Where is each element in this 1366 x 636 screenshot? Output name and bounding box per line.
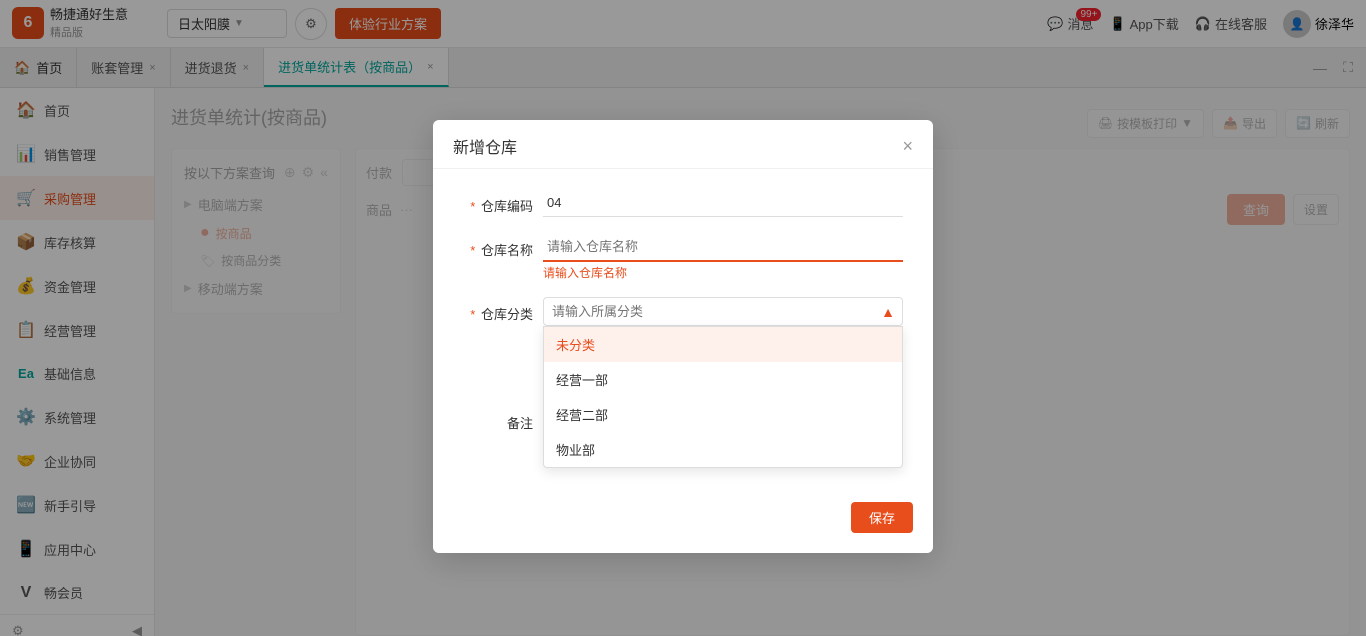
warehouse-name-input[interactable] [543,233,903,262]
content-area: 进货单统计(按商品) 🖨 按模板打印 ▼ 📤 导出 🔄 刷新 [155,88,1366,636]
modal-footer: 保存 [433,492,933,533]
form-label-category: * 仓库分类 [463,297,543,323]
dropdown-option-dept3[interactable]: 物业部 [544,432,902,467]
modal-close-button[interactable]: × [902,136,913,157]
main-layout: 🏠 首页 📊 销售管理 🛒 采购管理 📦 库存核算 💰 资金管理 📋 经营管理 … [0,88,1366,636]
modal-title: 新增仓库 [453,134,517,158]
category-dropdown-list: 未分类 经营一部 经营二部 物业部 [543,326,903,468]
form-label-name: * 仓库名称 [463,233,543,259]
name-error-msg: 请输入仓库名称 [543,264,903,281]
modal-body: * 仓库编码 * 仓库名称 [433,169,933,492]
form-row-name: * 仓库名称 请输入仓库名称 [463,233,903,281]
warehouse-code-input[interactable] [543,189,903,217]
dropdown-option-dept2[interactable]: 经营二部 [544,397,902,432]
category-input[interactable] [543,297,903,326]
save-button[interactable]: 保存 [851,502,913,533]
form-label-note: 备注 [463,406,543,432]
form-row-code: * 仓库编码 [463,189,903,217]
modal-overlay: 新增仓库 × * 仓库编码 [155,88,1366,636]
form-label-code: * 仓库编码 [463,189,543,215]
form-row-category: * 仓库分类 ▲ 未分类 经营一部 经营二部 物业部 [463,297,903,326]
category-dropdown-wrap: ▲ [543,297,903,326]
new-warehouse-modal: 新增仓库 × * 仓库编码 [433,120,933,553]
modal-header: 新增仓库 × [433,120,933,169]
category-dropdown-arrow-icon[interactable]: ▲ [881,304,895,320]
dropdown-option-dept1[interactable]: 经营一部 [544,362,902,397]
dropdown-option-unclassified[interactable]: 未分类 [544,327,902,362]
